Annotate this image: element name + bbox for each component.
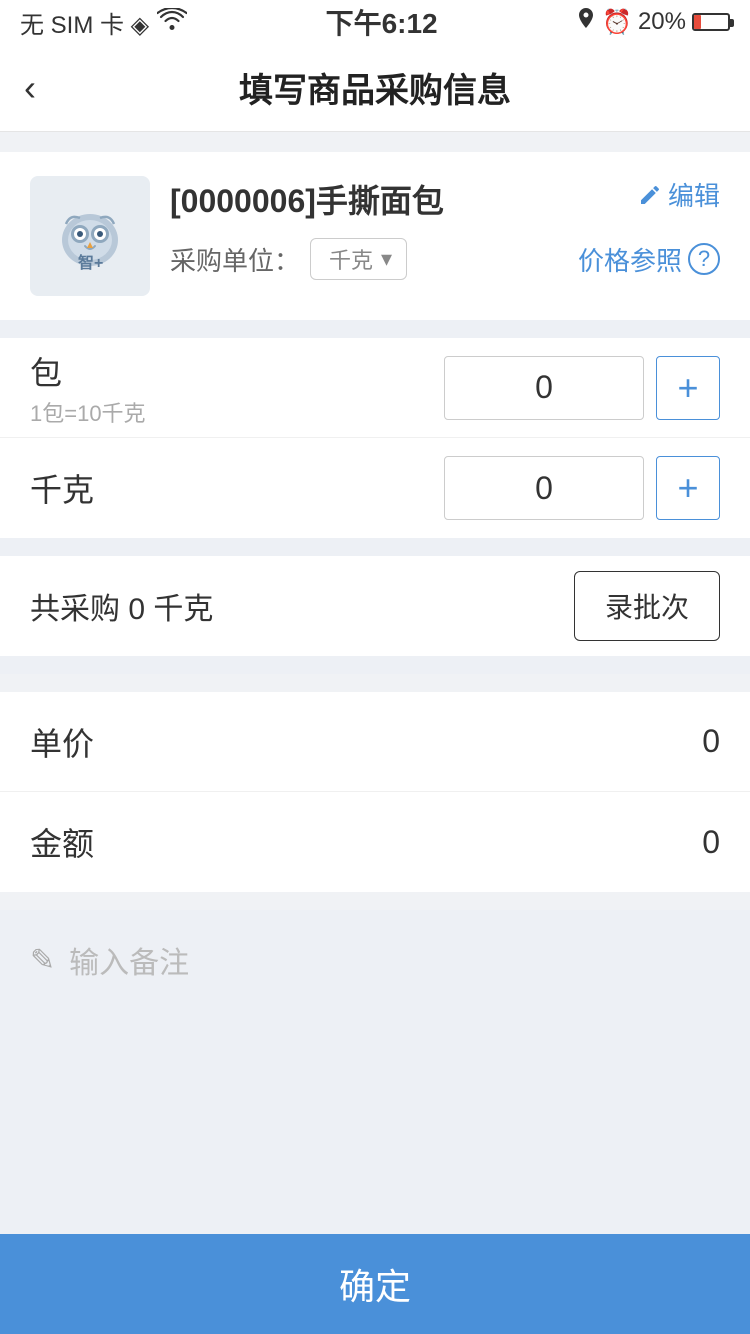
product-unit-row: 采购单位： 千克 ▾ 价格参照 ? bbox=[170, 238, 720, 280]
back-button[interactable]: ‹ bbox=[24, 67, 36, 109]
amount-row: 金额 0 bbox=[0, 792, 750, 892]
bao-label: 包 1包=10千克 bbox=[30, 348, 170, 428]
bao-input-row: 包 1包=10千克 + bbox=[0, 338, 750, 438]
wifi-icon bbox=[157, 8, 187, 37]
kg-label-main: 千克 bbox=[30, 465, 170, 511]
svg-text:智+: 智+ bbox=[78, 253, 103, 272]
location-icon bbox=[576, 8, 596, 37]
unit-price-row: 单价 0 bbox=[0, 692, 750, 792]
nav-bar: ‹ 填写商品采购信息 bbox=[0, 44, 750, 132]
section-divider-2 bbox=[0, 538, 750, 556]
product-card: 智+ [0000006]手撕面包 编辑 采购单位： 千克 ▾ 价格参照 ? bbox=[0, 152, 750, 320]
unit-label: 采购单位： bbox=[170, 241, 300, 278]
price-section: 单价 0 金额 0 bbox=[0, 692, 750, 892]
remark-section[interactable]: ✎ 输入备注 bbox=[0, 910, 750, 1010]
edit-label: 编辑 bbox=[668, 176, 720, 213]
price-ref-label: 价格参照 bbox=[578, 241, 682, 278]
unit-price-value: 0 bbox=[702, 723, 720, 760]
pencil-icon: ✎ bbox=[30, 943, 55, 978]
page-title: 填写商品采购信息 bbox=[239, 63, 511, 112]
dropdown-icon: ▾ bbox=[381, 246, 392, 272]
input-section: 包 1包=10千克 + 千克 + bbox=[0, 338, 750, 538]
no-sim-label: 无 SIM 卡 ◈ bbox=[20, 5, 149, 40]
kg-label: 千克 bbox=[30, 465, 170, 511]
battery-icon bbox=[692, 13, 730, 31]
product-header: [0000006]手撕面包 编辑 bbox=[170, 176, 720, 222]
bao-label-main: 包 bbox=[30, 348, 170, 394]
status-left: 无 SIM 卡 ◈ bbox=[20, 5, 187, 40]
summary-row: 共采购 0 千克 录批次 bbox=[0, 556, 750, 656]
status-right: ⏰ 20% bbox=[576, 8, 730, 37]
section-divider-1 bbox=[0, 320, 750, 338]
price-ref-button[interactable]: 价格参照 ? bbox=[578, 241, 720, 278]
unit-select[interactable]: 千克 ▾ bbox=[310, 238, 407, 280]
bao-input[interactable] bbox=[444, 356, 644, 420]
bao-label-sub: 1包=10千克 bbox=[30, 396, 170, 428]
status-time: 下午6:12 bbox=[326, 2, 438, 42]
summary-text: 共采购 0 千克 bbox=[30, 584, 213, 628]
unit-value: 千克 bbox=[329, 243, 373, 275]
product-name: [0000006]手撕面包 bbox=[170, 176, 444, 222]
kg-input-control: + bbox=[170, 456, 720, 520]
bao-plus-button[interactable]: + bbox=[656, 356, 720, 420]
kg-plus-button[interactable]: + bbox=[656, 456, 720, 520]
remark-placeholder: 输入备注 bbox=[69, 938, 189, 982]
bao-plus-icon: + bbox=[677, 367, 698, 409]
confirm-label: 确定 bbox=[339, 1258, 411, 1310]
edit-button[interactable]: 编辑 bbox=[638, 176, 720, 213]
status-bar: 无 SIM 卡 ◈ 下午6:12 ⏰ 20% bbox=[0, 0, 750, 44]
summary-section: 共采购 0 千克 录批次 bbox=[0, 538, 750, 674]
unit-price-label: 单价 bbox=[30, 719, 94, 765]
bao-input-control: + bbox=[170, 356, 720, 420]
record-batch-button[interactable]: 录批次 bbox=[574, 571, 720, 641]
kg-plus-icon: + bbox=[677, 467, 698, 509]
kg-input-row: 千克 + bbox=[0, 438, 750, 538]
section-divider-3 bbox=[0, 656, 750, 674]
alarm-icon: ⏰ bbox=[602, 8, 632, 37]
confirm-button[interactable]: 确定 bbox=[0, 1234, 750, 1334]
price-ref-question-icon: ? bbox=[688, 243, 720, 275]
kg-input[interactable] bbox=[444, 456, 644, 520]
amount-value: 0 bbox=[702, 824, 720, 861]
product-thumbnail: 智+ bbox=[30, 176, 150, 296]
amount-label: 金额 bbox=[30, 819, 94, 865]
back-arrow-icon: ‹ bbox=[24, 67, 36, 109]
battery-percent: 20% bbox=[638, 8, 686, 36]
product-info: [0000006]手撕面包 编辑 采购单位： 千克 ▾ 价格参照 ? bbox=[170, 176, 720, 280]
